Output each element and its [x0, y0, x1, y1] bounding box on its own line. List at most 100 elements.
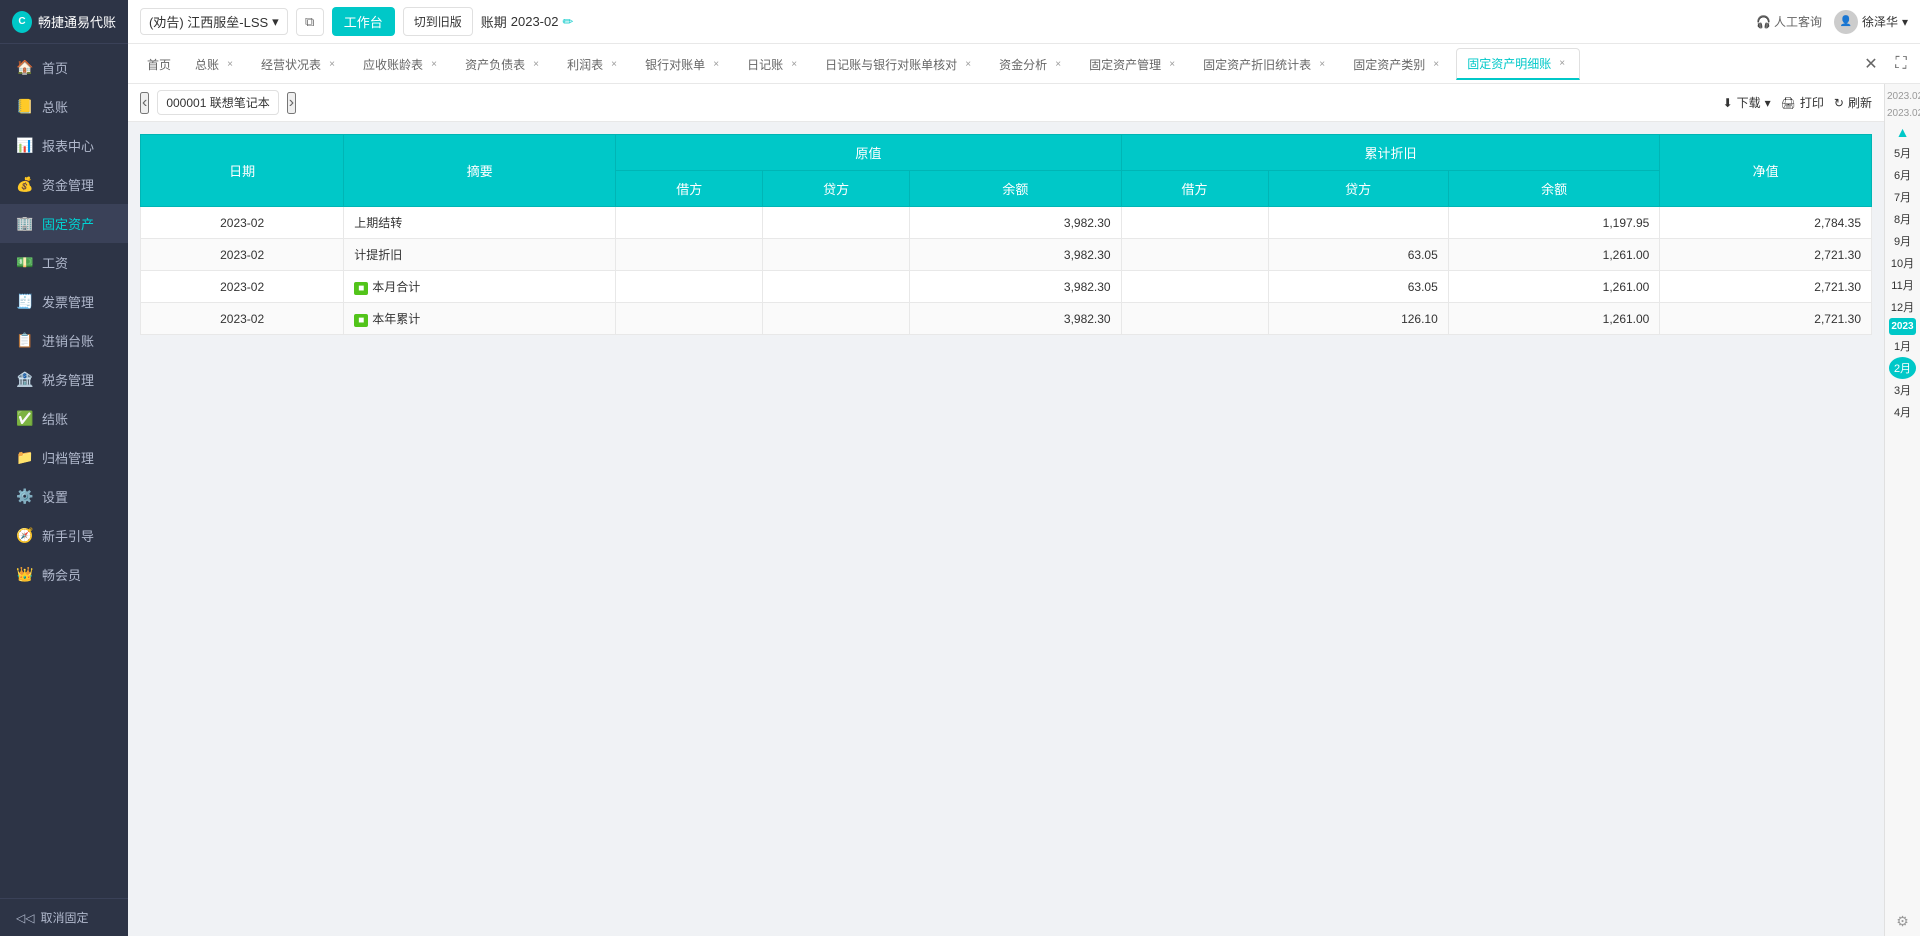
sidebar-item-capital[interactable]: 💰 资金管理	[0, 165, 128, 204]
edit-icon[interactable]: ✏	[562, 14, 573, 30]
service-label: 人工客询	[1774, 13, 1822, 30]
tab-capitalanalysis-close[interactable]: ×	[1051, 57, 1065, 71]
sidebar-item-home[interactable]: 🏠 首页	[0, 48, 128, 87]
right-panel-settings-icon[interactable]: ⚙	[1890, 907, 1915, 936]
workbench-button[interactable]: 工作台	[332, 7, 395, 36]
period-text: 账期	[481, 12, 507, 31]
tab-fixedtype[interactable]: 固定资产类别 ×	[1342, 49, 1454, 79]
tab-fixedmgmt[interactable]: 固定资产管理 ×	[1078, 49, 1190, 79]
invoice-icon: 🧾	[16, 293, 34, 311]
sidebar-item-member[interactable]: 👑 畅会员	[0, 555, 128, 594]
tab-capitalanalysis[interactable]: 资金分析 ×	[988, 49, 1076, 79]
tab-journalbank[interactable]: 日记账与银行对账单核对 ×	[814, 49, 986, 79]
sidebar-item-invoice[interactable]: 🧾 发票管理	[0, 282, 128, 321]
tab-capitalanalysis-label: 资金分析	[999, 56, 1047, 73]
cell-orig-debit	[616, 207, 763, 239]
tab-bizstatus[interactable]: 经营状况表 ×	[250, 49, 350, 79]
tab-journal-label: 日记账	[747, 56, 783, 73]
tab-fixedtype-close[interactable]: ×	[1429, 57, 1443, 71]
print-button[interactable]: 🖨 打印	[1781, 94, 1824, 111]
sidebar-item-settings[interactable]: ⚙️ 设置	[0, 477, 128, 516]
sidebar-item-checkout[interactable]: ✅ 结账	[0, 399, 128, 438]
cell-summary: 上期结转	[344, 207, 616, 239]
switch-version-button[interactable]: 切到旧版	[403, 7, 473, 36]
nav-back-button[interactable]: ‹	[140, 92, 149, 114]
wage-icon: 💵	[16, 254, 34, 272]
month-item[interactable]: 10月	[1889, 252, 1916, 274]
tax-icon: 🏦	[16, 371, 34, 389]
tab-receivable-close[interactable]: ×	[427, 57, 441, 71]
tab-bankbill[interactable]: 银行对账单 ×	[634, 49, 734, 79]
tab-fixeddetail[interactable]: 固定资产明细账 ×	[1456, 48, 1580, 80]
tab-assets-close[interactable]: ×	[529, 57, 543, 71]
cell-depr-credit: 126.10	[1268, 303, 1448, 335]
tab-bankbill-close[interactable]: ×	[709, 57, 723, 71]
user-menu[interactable]: 👤 徐泽华 ▾	[1834, 10, 1908, 34]
tab-fixedmgmt-label: 固定资产管理	[1089, 56, 1161, 73]
month-item[interactable]: 8月	[1889, 208, 1916, 230]
copy-button[interactable]: ⧉	[296, 8, 324, 36]
month-item[interactable]: 6月	[1889, 164, 1916, 186]
month-item[interactable]: 12月	[1889, 296, 1916, 318]
sidebar-item-guide[interactable]: 🧭 新手引导	[0, 516, 128, 555]
sidebar-unpin-button[interactable]: ◁◁ 取消固定	[0, 898, 128, 936]
tab-journal-close[interactable]: ×	[787, 57, 801, 71]
download-button[interactable]: ⬇ 下载 ▾	[1723, 94, 1771, 111]
sub-nav-actions: ⬇ 下载 ▾ 🖨 打印 ↻ 刷新	[1723, 94, 1872, 111]
sidebar-item-ledger[interactable]: 📒 总账	[0, 87, 128, 126]
cell-depr-credit	[1268, 207, 1448, 239]
month-item[interactable]: 4月	[1889, 401, 1916, 423]
refresh-button[interactable]: ↻ 刷新	[1834, 94, 1872, 111]
date-nav-top1[interactable]: 2023.02	[1885, 88, 1920, 105]
th-orig-balance: 余额	[910, 171, 1122, 207]
tab-journalbank-close[interactable]: ×	[961, 57, 975, 71]
date-nav-top2[interactable]: 2023.02	[1885, 105, 1920, 122]
tab-assets[interactable]: 资产负债表 ×	[454, 49, 554, 79]
table-row: 2023-02 上期结转 3,982.30 1,197.95 2,784.35	[141, 207, 1872, 239]
sidebar-item-label: 工资	[42, 253, 68, 272]
month-item[interactable]: 7月	[1889, 186, 1916, 208]
th-original-value: 原值	[616, 135, 1121, 171]
cell-orig-balance: 3,982.30	[910, 271, 1122, 303]
cell-net-value: 2,721.30	[1660, 303, 1872, 335]
nav-forward-button[interactable]: ›	[287, 92, 296, 114]
month-item[interactable]: 3月	[1889, 379, 1916, 401]
scroll-up-arrow[interactable]: ▲	[1885, 122, 1920, 142]
topbar-right: 🎧 人工客询 👤 徐泽华 ▾	[1756, 10, 1908, 34]
sidebar-item-fixed[interactable]: 🏢 固定资产	[0, 204, 128, 243]
tab-deprstat[interactable]: 固定资产折旧统计表 ×	[1192, 49, 1340, 79]
tab-journal[interactable]: 日记账 ×	[736, 49, 812, 79]
month-item[interactable]: 11月	[1889, 274, 1916, 296]
tab-home[interactable]: 首页	[136, 49, 182, 79]
tab-close-all-button[interactable]: ✕	[1860, 53, 1882, 75]
tab-receivable[interactable]: 应收账龄表 ×	[352, 49, 452, 79]
active-month[interactable]: 2月	[1889, 357, 1916, 379]
month-item[interactable]: 5月	[1889, 142, 1916, 164]
sidebar-item-report[interactable]: 📊 报表中心	[0, 126, 128, 165]
tab-deprstat-close[interactable]: ×	[1315, 57, 1329, 71]
tab-fixeddetail-close[interactable]: ×	[1555, 56, 1569, 70]
asset-tag[interactable]: 000001 联想笔记本	[157, 90, 278, 115]
sidebar-item-tax[interactable]: 🏦 税务管理	[0, 360, 128, 399]
service-button[interactable]: 🎧 人工客询	[1756, 13, 1822, 30]
tab-fixedmgmt-close[interactable]: ×	[1165, 57, 1179, 71]
sidebar-item-label: 新手引导	[42, 526, 94, 545]
tab-profit-close[interactable]: ×	[607, 57, 621, 71]
year-badge[interactable]: 2023	[1889, 318, 1916, 335]
tab-bizstatus-close[interactable]: ×	[325, 57, 339, 71]
content-area: ‹ 000001 联想笔记本 › ⬇ 下载 ▾ 🖨 打印	[128, 84, 1920, 936]
month-item[interactable]: 9月	[1889, 230, 1916, 252]
tab-profit[interactable]: 利润表 ×	[556, 49, 632, 79]
tab-ledger-close[interactable]: ×	[223, 57, 237, 71]
sidebar-item-salespurchase[interactable]: 📋 进销台账	[0, 321, 128, 360]
cell-orig-credit	[763, 207, 910, 239]
sidebar-nav: 🏠 首页 📒 总账 📊 报表中心 💰 资金管理 🏢 固定资产 💵 工资 🧾 发票…	[0, 44, 128, 898]
company-selector[interactable]: (劝告) 江西服垒-LSS ▾	[140, 8, 288, 35]
month-item[interactable]: 1月	[1889, 335, 1916, 357]
tab-ledger[interactable]: 总账 ×	[184, 49, 248, 79]
sidebar-item-archive[interactable]: 📁 归档管理	[0, 438, 128, 477]
sidebar-item-wage[interactable]: 💵 工资	[0, 243, 128, 282]
salespurchase-icon: 📋	[16, 332, 34, 350]
fullscreen-icon: ⛶	[1895, 55, 1906, 73]
tab-fullscreen-button[interactable]: ⛶	[1890, 53, 1912, 75]
